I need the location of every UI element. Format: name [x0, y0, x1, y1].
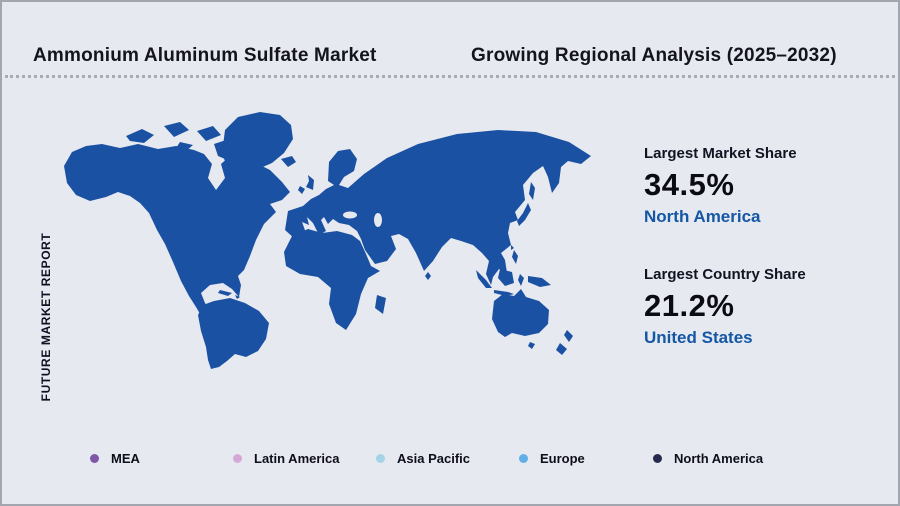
page-title: Ammonium Aluminum Sulfate Market — [33, 45, 377, 66]
stat-region: North America — [644, 207, 761, 226]
legend-item-asia-pacific: Asia Pacific — [376, 449, 470, 467]
legend-item-mea: MEA — [90, 449, 140, 467]
stat-label: Largest Market Share — [644, 145, 797, 162]
map-legend: MEA Latin America Asia Pacific Europe No… — [2, 449, 898, 467]
legend-dot-asia-pacific — [376, 453, 385, 463]
legend-label: North America — [674, 450, 764, 466]
map-south-america — [198, 298, 269, 369]
page-subtitle: Growing Regional Analysis (2025–2032) — [471, 45, 837, 66]
header-divider — [5, 75, 895, 78]
map-north-america — [64, 144, 290, 337]
stat-region: United States — [644, 328, 753, 347]
legend-item-europe: Europe — [519, 449, 585, 467]
legend-item-north-america: North America — [653, 449, 763, 467]
map-australia — [492, 289, 549, 337]
legend-label: MEA — [111, 450, 140, 466]
stat-value: 34.5% — [644, 167, 735, 202]
landmasses — [64, 112, 591, 369]
legend-dot-north-america — [653, 453, 662, 463]
stat-value: 21.2% — [644, 288, 735, 323]
stat-label: Largest Country Share — [644, 266, 806, 283]
legend-label: Latin America — [254, 450, 340, 466]
legend-label: Europe — [540, 450, 585, 466]
legend-dot-europe — [519, 453, 528, 463]
world-map — [62, 104, 627, 369]
legend-dot-latin-america — [233, 453, 242, 463]
stat-largest-country-share: Largest Country Share 21.2% United State… — [644, 266, 894, 348]
legend-label: Asia Pacific — [397, 450, 470, 466]
legend-dot-mea — [90, 453, 99, 463]
stat-largest-market-share: Largest Market Share 34.5% North America — [644, 145, 894, 227]
world-map-svg — [64, 112, 591, 369]
legend-item-latin-america: Latin America — [233, 449, 340, 467]
infographic-page: Ammonium Aluminum Sulfate Market Growing… — [0, 0, 900, 506]
brand-vertical-label: FUTURE MARKET REPORT — [39, 232, 53, 402]
